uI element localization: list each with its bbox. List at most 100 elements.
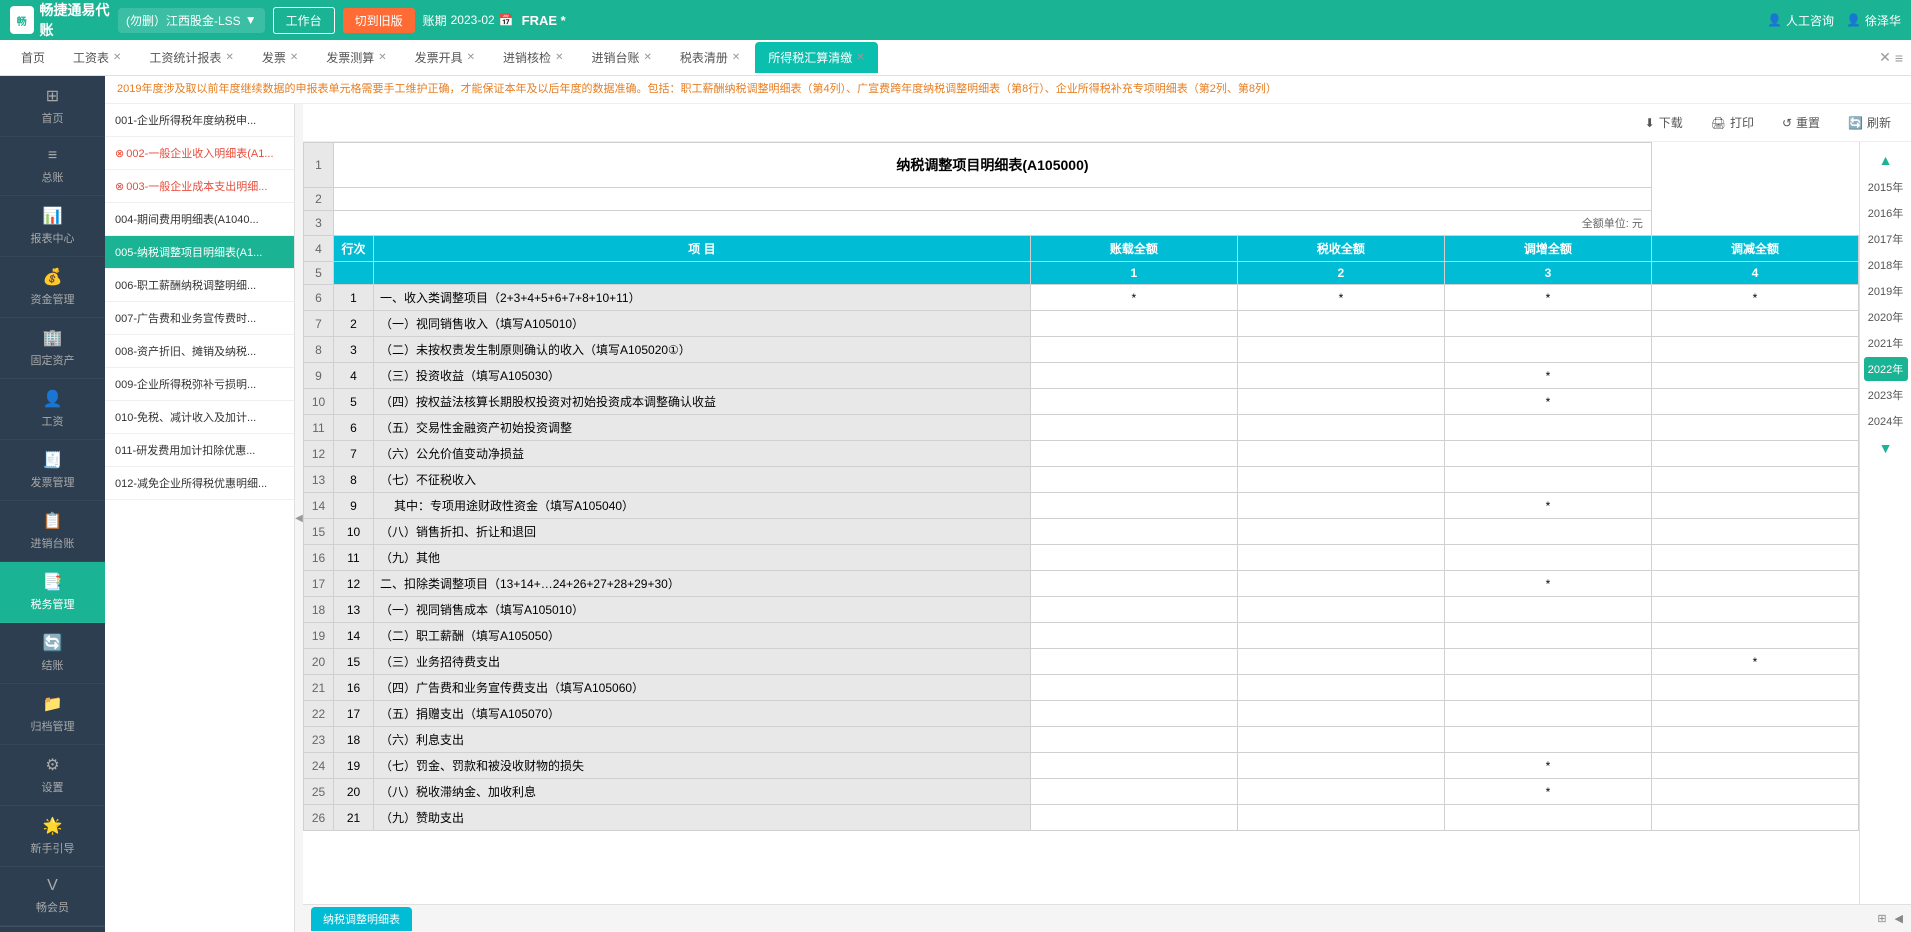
- table-row: 22 17 （五）捐赠支出（填写A105070）: [304, 701, 1859, 727]
- user-service-btn[interactable]: 👤 人工咨询: [1767, 12, 1834, 29]
- tab-invoice-ledger[interactable]: 进销台账 ✕: [578, 42, 664, 73]
- notice-bar: 2019年度涉及取以前年度继续数据的申报表单元格需要手工维护正确，才能保证本年及…: [105, 76, 1911, 104]
- left-panel-item-010[interactable]: 010-免税、减计收入及加计...: [105, 401, 294, 434]
- old-version-button[interactable]: 切到旧版: [343, 8, 415, 33]
- year-2020[interactable]: 2020年: [1864, 305, 1908, 329]
- row-num-1: 1: [304, 143, 334, 188]
- table-row: 11 6 （五）交易性金融资产初始投资调整: [304, 415, 1859, 441]
- year-2017[interactable]: 2017年: [1864, 227, 1908, 251]
- year-2016[interactable]: 2016年: [1864, 201, 1908, 225]
- left-panel-item-001[interactable]: 001-企业所得税年度纳税申...: [105, 104, 294, 137]
- row-2: 2: [304, 188, 1859, 211]
- user-avatar-btn[interactable]: 👤 徐泽华: [1846, 12, 1901, 29]
- resize-handle[interactable]: [295, 104, 303, 932]
- year-2015[interactable]: 2015年: [1864, 175, 1908, 199]
- col-d-header: 税收全额: [1237, 236, 1444, 262]
- year-2019[interactable]: 2019年: [1864, 279, 1908, 303]
- left-panel-item-004[interactable]: 004-期间费用明细表(A1040...: [105, 203, 294, 236]
- tab-invoice-calc[interactable]: 发票测算 ✕: [313, 42, 399, 73]
- tab-invoice-in[interactable]: 进销核检 ✕: [490, 42, 576, 73]
- settlement-icon: 🔄: [43, 633, 63, 653]
- row-num-4: 4: [304, 236, 334, 262]
- print-btn[interactable]: 🖨 打印: [1703, 110, 1762, 135]
- year-2023[interactable]: 2023年: [1864, 383, 1908, 407]
- sidebar-item-settlement[interactable]: 🔄 结账: [0, 623, 105, 684]
- scroll-left-btn[interactable]: ◀: [1895, 912, 1903, 925]
- sidebar-item-settings[interactable]: ⚙ 设置: [0, 745, 105, 806]
- sidebar-label-report: 报表中心: [31, 230, 75, 246]
- home-icon: ⊞: [46, 86, 59, 106]
- left-panel-item-002[interactable]: ⊗002-一般企业收入明细表(A1...: [105, 137, 294, 170]
- main-layout: ⊞ 首页 ≡ 总账 📊 报表中心 💰 资金管理 🏢 固定资产 👤 工资 🧾 发票…: [0, 76, 1911, 932]
- table-year-wrapper: 1 纳税调整项目明细表(A105000) 2 3 全额单位: [303, 142, 1911, 904]
- tab-invoice-open[interactable]: 发票开具 ✕: [402, 42, 488, 73]
- tab-salary-stat-label: 工资统计报表: [149, 49, 221, 66]
- refresh-btn[interactable]: 🔄 刷新: [1840, 110, 1899, 135]
- sidebar-pin-btn[interactable]: ◀◀ 取消固定: [0, 926, 105, 932]
- tab-salary-close[interactable]: ✕: [113, 52, 121, 63]
- tab-salary-stat[interactable]: 工资统计报表 ✕: [136, 42, 246, 73]
- tab-invoice-open-close[interactable]: ✕: [467, 52, 475, 63]
- tab-invoice-calc-close[interactable]: ✕: [378, 52, 386, 63]
- left-panel-item-012[interactable]: 012-减免企业所得税优惠明细...: [105, 467, 294, 500]
- left-panel-item-006[interactable]: 006-职工薪酬纳税调整明细...: [105, 269, 294, 302]
- sidebar-item-archive[interactable]: 📁 归档管理: [0, 684, 105, 745]
- sidebar-item-member[interactable]: V 畅会员: [0, 867, 105, 926]
- left-panel-item-005[interactable]: 005-纳税调整项目明细表(A1...: [105, 236, 294, 269]
- year-2021[interactable]: 2021年: [1864, 331, 1908, 355]
- table-row: 18 13 （一）视同销售成本（填写A105010）: [304, 597, 1859, 623]
- year-nav-up[interactable]: ▲: [1874, 148, 1898, 172]
- tab-invoice-ledger-close[interactable]: ✕: [643, 52, 651, 63]
- left-panel-item-003[interactable]: ⊗003-一般企业成本支出明细...: [105, 170, 294, 203]
- left-panel-item-009[interactable]: 009-企业所得税弥补亏损明...: [105, 368, 294, 401]
- year-2018[interactable]: 2018年: [1864, 253, 1908, 277]
- download-btn[interactable]: ⬇ 下载: [1637, 110, 1691, 135]
- sidebar-item-fixed-asset[interactable]: 🏢 固定资产: [0, 318, 105, 379]
- table-unit: 全额单位: 元: [334, 211, 1652, 236]
- table-row: 21 16 （四）广告费和业务宣传费支出（填写A105060）: [304, 675, 1859, 701]
- sidebar-label-home: 首页: [42, 110, 64, 126]
- sidebar-item-invoice-mgmt[interactable]: 🧾 发票管理: [0, 440, 105, 501]
- left-panel-item-011[interactable]: 011-研发费用加计扣除优惠...: [105, 434, 294, 467]
- sidebar-item-tax-mgmt[interactable]: 📑 税务管理: [0, 562, 105, 623]
- bottom-tab-label: 纳税调整明细表: [323, 914, 400, 926]
- sidebar-item-salary[interactable]: 👤 工资: [0, 379, 105, 440]
- tab-income-tax[interactable]: 所得税汇算清缴 ✕: [755, 42, 877, 73]
- more-tabs-icon[interactable]: ≡: [1895, 50, 1903, 66]
- bottom-tab-item[interactable]: 纳税调整明细表: [311, 907, 412, 931]
- close-all-icon[interactable]: ✕: [1879, 49, 1891, 66]
- table-wrapper[interactable]: 1 纳税调整项目明细表(A105000) 2 3 全额单位: [303, 142, 1859, 904]
- sidebar-item-asset-mgmt[interactable]: 💰 资金管理: [0, 257, 105, 318]
- sidebar-item-guide[interactable]: 🌟 新手引导: [0, 806, 105, 867]
- company-select[interactable]: (勿删）江西股金-LSS ▼: [118, 8, 265, 33]
- col-c-header: 账载全额: [1030, 236, 1237, 262]
- tab-invoice-in-close[interactable]: ✕: [555, 52, 563, 63]
- sidebar-item-report[interactable]: 📊 报表中心: [0, 196, 105, 257]
- tab-invoice[interactable]: 发票 ✕: [249, 42, 311, 73]
- service-icon: 👤: [1767, 13, 1782, 27]
- year-nav-down[interactable]: ▼: [1874, 436, 1898, 460]
- sidebar-item-ledger[interactable]: ≡ 总账: [0, 137, 105, 196]
- tab-salary[interactable]: 工资表 ✕: [60, 42, 134, 73]
- year-2024[interactable]: 2024年: [1864, 409, 1908, 433]
- workbench-button[interactable]: 工作台: [273, 7, 335, 34]
- left-panel-item-007[interactable]: 007-广告费和业务宣传费时...: [105, 302, 294, 335]
- sidebar-item-purchase-ledger[interactable]: 📋 进销台账: [0, 501, 105, 562]
- reset-btn[interactable]: ↺ 重置: [1774, 110, 1828, 135]
- sidebar-label-fixed-asset: 固定资产: [31, 352, 75, 368]
- year-2022[interactable]: 2022年: [1864, 357, 1908, 381]
- sidebar-label-archive: 归档管理: [31, 718, 75, 734]
- tab-tax-clear-close[interactable]: ✕: [732, 52, 740, 63]
- tab-invoice-close[interactable]: ✕: [290, 52, 298, 63]
- tab-home[interactable]: 首页: [8, 42, 58, 73]
- left-panel-item-008[interactable]: 008-资产折旧、摊销及纳税...: [105, 335, 294, 368]
- tab-salary-stat-close[interactable]: ✕: [225, 52, 233, 63]
- archive-icon: 📁: [43, 694, 63, 714]
- tab-tax-clear[interactable]: 税表清册 ✕: [667, 42, 753, 73]
- ledger-icon: ≡: [48, 147, 57, 165]
- salary-icon: 👤: [43, 389, 63, 409]
- top-bar: 畅 畅捷通易代账 (勿删）江西股金-LSS ▼ 工作台 切到旧版 账期 2023…: [0, 0, 1911, 40]
- tab-income-tax-close[interactable]: ✕: [856, 52, 864, 63]
- table-row: 9 4 （三）投资收益（填写A105030） *: [304, 363, 1859, 389]
- sidebar-item-home[interactable]: ⊞ 首页: [0, 76, 105, 137]
